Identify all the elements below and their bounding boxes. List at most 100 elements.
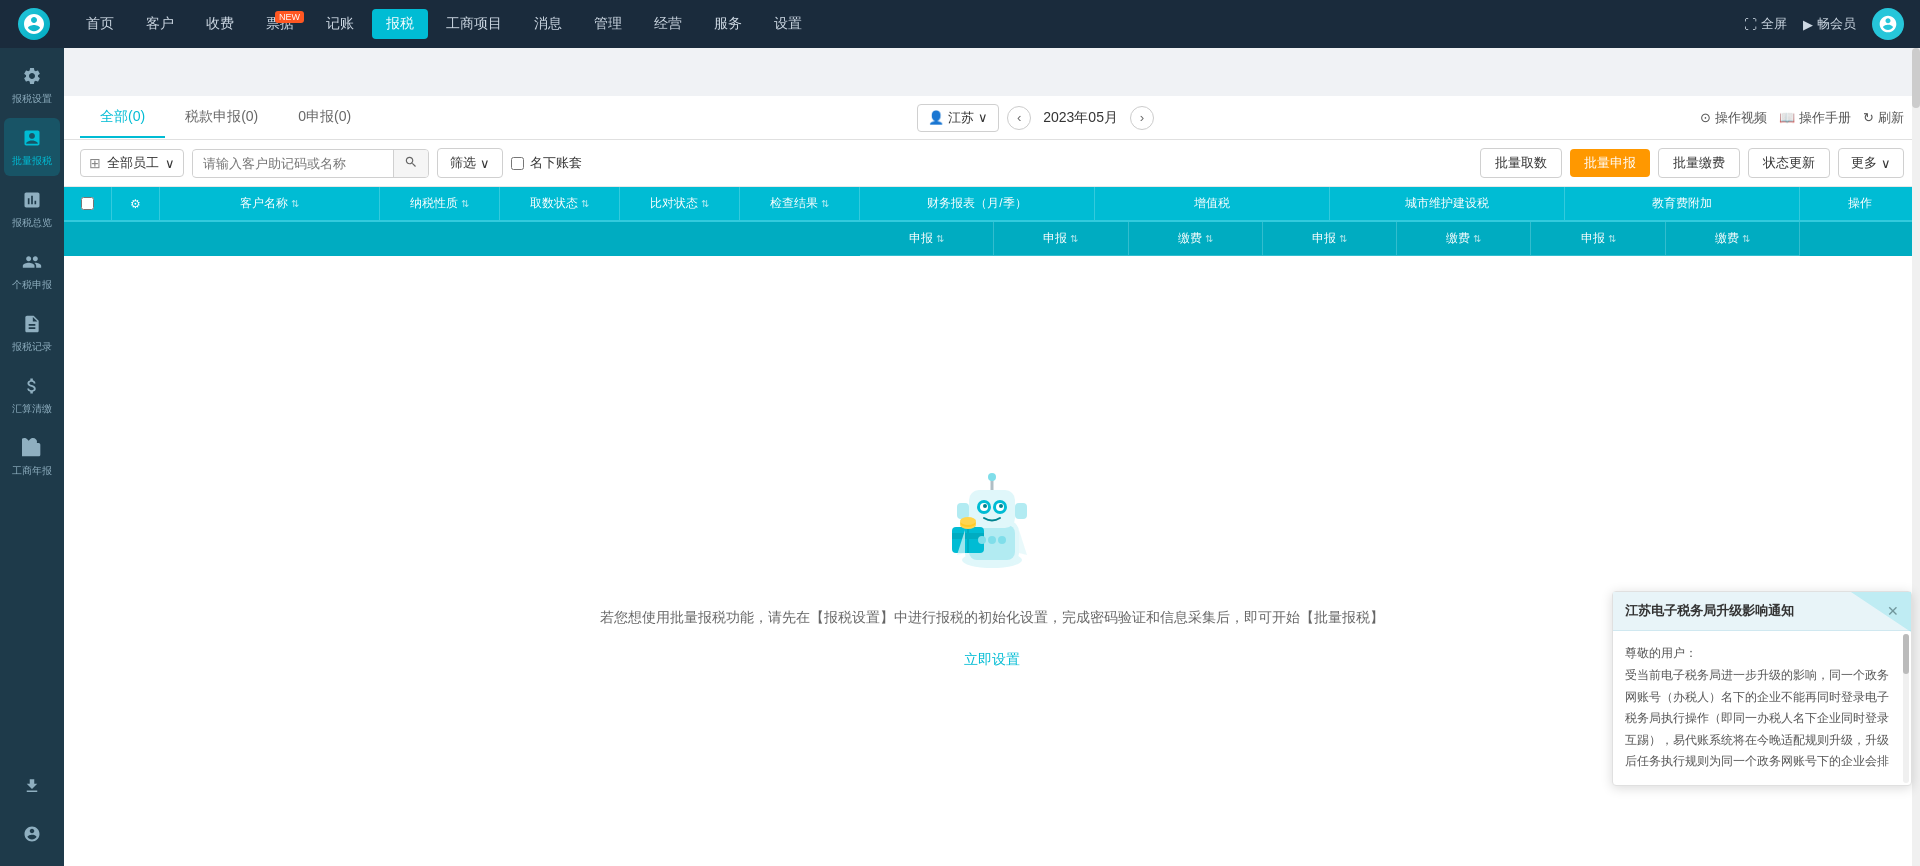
book-icon: 📖 <box>1779 110 1795 125</box>
filter-chevron-icon: ∨ <box>480 156 490 171</box>
notification-panel: 江苏电子税务局升级影响通知 ✕ 尊敬的用户： 受当前电子税务局进一步升级的影响，… <box>1612 591 1912 786</box>
video-icon: ⊙ <box>1700 110 1711 125</box>
batch-pay-btn[interactable]: 批量缴费 <box>1658 148 1740 178</box>
svg-point-20 <box>978 536 986 544</box>
svg-point-22 <box>998 536 1006 544</box>
sub-header-vat-pay: 缴费 ⇅ <box>1129 222 1263 256</box>
province-selector[interactable]: 👤 江苏 ∨ <box>917 104 999 132</box>
nav-customer[interactable]: 客户 <box>132 9 188 39</box>
tax-records-icon <box>20 312 44 336</box>
toolbar: ⊞ 全部员工 ∨ 筛选 ∨ 名下账套 批量取数 批量申报 批量缴费 状态更新 更… <box>64 140 1920 187</box>
accounts-checkbox-label[interactable]: 名下账套 <box>511 154 582 172</box>
annual-report-icon <box>20 436 44 460</box>
sidebar-item-settlement[interactable]: 汇算清缴 <box>4 366 60 424</box>
tabs-right: ⊙ 操作视频 📖 操作手册 ↻ 刷新 <box>1700 109 1904 127</box>
refresh-btn[interactable]: ↻ 刷新 <box>1863 109 1904 127</box>
header-check-result: 检查结果 ⇅ <box>740 187 860 221</box>
search-button[interactable] <box>393 150 428 177</box>
sidebar-item-user[interactable] <box>4 814 60 854</box>
empty-message: 若您想使用批量报税功能，请先在【报税设置】中进行报税的初始化设置，完成密码验证和… <box>600 605 1384 630</box>
settings-icon[interactable]: ⚙ <box>130 197 141 211</box>
nav-tax[interactable]: 报税 <box>372 9 428 39</box>
nav-right-actions: ⛶ 全屏 ▶ 畅会员 <box>1744 8 1904 40</box>
sort-icon: ⇅ <box>1339 233 1347 244</box>
sidebar-item-personal-tax[interactable]: 个税申报 <box>4 242 60 300</box>
dropdown-icon: ∨ <box>165 156 175 171</box>
next-month-btn[interactable]: › <box>1130 106 1154 130</box>
sidebar-item-annual-report[interactable]: 工商年报 <box>4 428 60 486</box>
header-fetch-status: 取数状态 ⇅ <box>500 187 620 221</box>
batch-declare-btn[interactable]: 批量申报 <box>1570 149 1650 177</box>
batch-fetch-btn[interactable]: 批量取数 <box>1480 148 1562 178</box>
logo-circle <box>18 8 50 40</box>
sort-icon: ⇅ <box>936 233 944 244</box>
header-city-construction-tax: 城市维护建设税 <box>1330 187 1565 221</box>
sidebar-label-tax-settings: 报税设置 <box>12 92 52 106</box>
status-update-btn[interactable]: 状态更新 <box>1748 148 1830 178</box>
filter-button[interactable]: 筛选 ∨ <box>437 148 503 178</box>
main-vertical-scrollbar[interactable] <box>1912 48 1920 866</box>
sort-icon: ⇅ <box>1205 233 1213 244</box>
nav-business[interactable]: 工商项目 <box>432 9 516 39</box>
setup-now-link[interactable]: 立即设置 <box>964 651 1020 669</box>
tax-overview-icon <box>20 188 44 212</box>
download-icon <box>20 774 44 798</box>
search-input[interactable] <box>193 151 393 176</box>
accounts-checkbox[interactable] <box>511 157 524 170</box>
svg-point-9 <box>999 504 1003 508</box>
fullscreen-btn[interactable]: ⛶ 全屏 <box>1744 15 1787 33</box>
nav-management[interactable]: 管理 <box>580 9 636 39</box>
toolbar-right: 批量取数 批量申报 批量缴费 状态更新 更多 ∨ <box>1480 148 1904 178</box>
search-box <box>192 149 429 178</box>
more-btn[interactable]: 更多 ∨ <box>1838 148 1904 178</box>
sidebar-item-download[interactable] <box>4 766 60 806</box>
nav-messages[interactable]: 消息 <box>520 9 576 39</box>
prev-month-btn[interactable]: ‹ <box>1007 106 1031 130</box>
current-month: 2023年05月 <box>1043 109 1118 127</box>
sort-icon: ⇅ <box>1473 233 1481 244</box>
sidebar-item-tax-records[interactable]: 报税记录 <box>4 304 60 362</box>
nav-invoice[interactable]: 票据 NEW <box>252 9 308 39</box>
nav-accounting[interactable]: 记账 <box>312 9 368 39</box>
nav-billing[interactable]: 收费 <box>192 9 248 39</box>
nav-settings[interactable]: 设置 <box>760 9 816 39</box>
sidebar-item-batch-tax[interactable]: 批量报税 <box>4 118 60 176</box>
avatar[interactable] <box>1872 8 1904 40</box>
nav-operations[interactable]: 经营 <box>640 9 696 39</box>
sort-icon: ⇅ <box>1742 233 1750 244</box>
notification-scrollbar[interactable] <box>1903 634 1909 783</box>
header-education-surcharge: 教育费附加 <box>1565 187 1800 221</box>
tab-zero-declaration[interactable]: 0申报(0) <box>278 98 371 138</box>
tab-all[interactable]: 全部(0) <box>80 98 165 138</box>
header-financial-report: 财务报表（月/季） <box>860 187 1095 221</box>
sidebar-bottom <box>4 766 60 854</box>
tabs-middle: 👤 江苏 ∨ ‹ 2023年05月 › <box>917 104 1154 132</box>
nav-home[interactable]: 首页 <box>72 9 128 39</box>
notification-scroll-thumb[interactable] <box>1903 634 1909 674</box>
month-navigation: ‹ 2023年05月 › <box>1007 106 1154 130</box>
header-checkbox-col <box>64 187 112 221</box>
user-icon <box>20 822 44 846</box>
operation-video-btn[interactable]: ⊙ 操作视频 <box>1700 109 1767 127</box>
settlement-icon <box>20 374 44 398</box>
svg-point-8 <box>983 504 987 508</box>
batch-tax-icon <box>20 126 44 150</box>
operation-manual-btn[interactable]: 📖 操作手册 <box>1779 109 1851 127</box>
main-scroll-thumb[interactable] <box>1912 48 1920 108</box>
header-customer-name: 客户名称 ⇅ <box>160 187 380 221</box>
member-btn[interactable]: ▶ 畅会员 <box>1803 15 1856 33</box>
employee-selector[interactable]: ⊞ 全部员工 ∨ <box>80 149 184 177</box>
person-icon: 👤 <box>928 110 944 125</box>
sub-header-city-declare: 申报 ⇅ <box>1263 222 1397 256</box>
sidebar-label-personal-tax: 个税申报 <box>12 278 52 292</box>
sidebar-label-batch-tax: 批量报税 <box>12 154 52 168</box>
top-navigation: 首页 客户 收费 票据 NEW 记账 报税 工商项目 消息 管理 经营 服务 设… <box>0 0 1920 48</box>
sidebar-item-tax-overview[interactable]: 报税总览 <box>4 180 60 238</box>
sidebar-item-tax-settings[interactable]: 报税设置 <box>4 56 60 114</box>
select-all-checkbox[interactable] <box>81 197 94 210</box>
nav-service[interactable]: 服务 <box>700 9 756 39</box>
svg-point-11 <box>988 473 996 481</box>
header-compare-status: 比对状态 ⇅ <box>620 187 740 221</box>
app-logo[interactable] <box>16 6 52 42</box>
tab-tax-declaration[interactable]: 税款申报(0) <box>165 98 278 138</box>
